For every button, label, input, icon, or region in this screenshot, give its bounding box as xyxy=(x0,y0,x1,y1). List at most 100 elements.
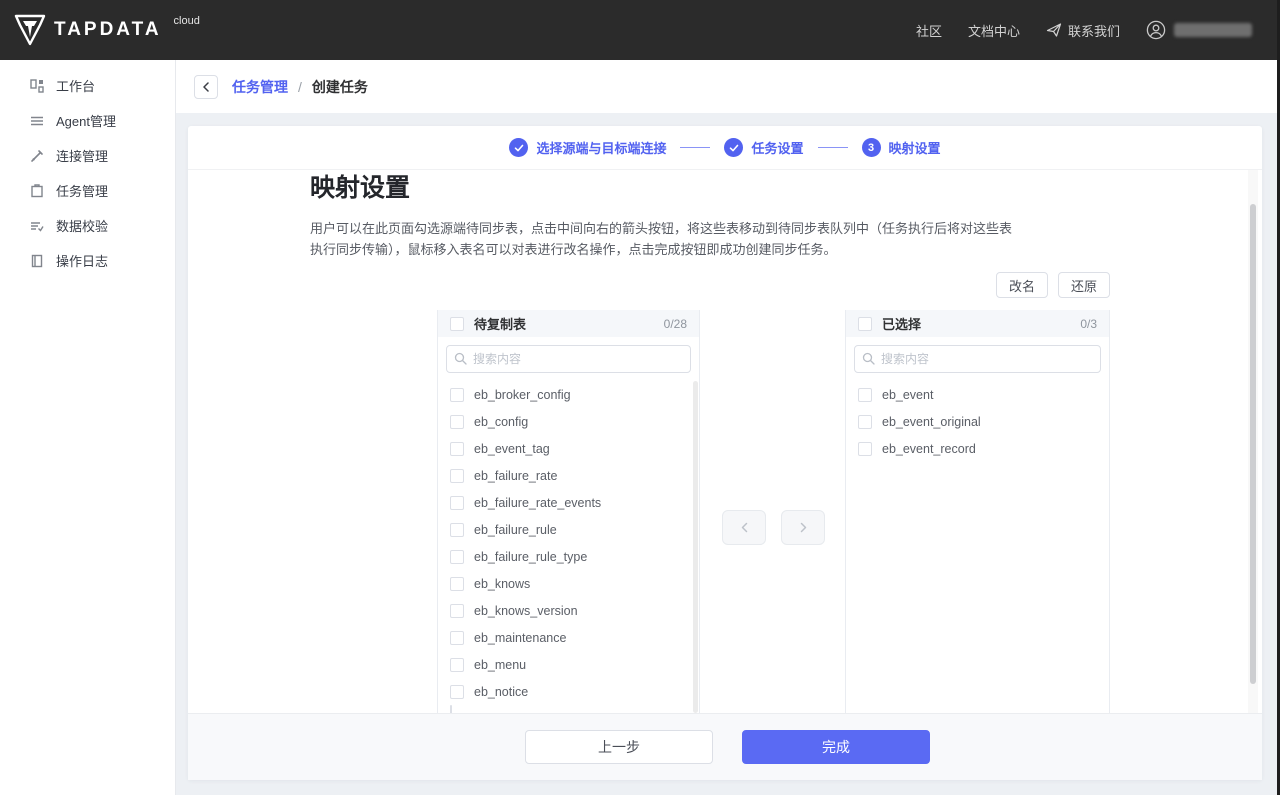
row-checkbox[interactable] xyxy=(450,523,464,537)
source-table-row[interactable]: eb_failure_rate xyxy=(438,462,699,489)
transfer-controls xyxy=(722,510,825,545)
source-table-row[interactable]: eb_maintenance xyxy=(438,624,699,651)
selected-table-row[interactable]: eb_event_original xyxy=(846,408,1109,435)
row-checkbox[interactable] xyxy=(450,469,464,483)
row-checkbox[interactable] xyxy=(450,604,464,618)
navbar-right: 社区 文档中心 联系我们 xyxy=(916,20,1252,40)
table-name: eb_broker_config xyxy=(474,388,571,402)
brand-suffix: cloud xyxy=(174,15,200,27)
source-panel-count: 0/28 xyxy=(664,317,687,331)
selected-search-input[interactable] xyxy=(854,345,1101,373)
sidebar-label: Agent管理 xyxy=(56,111,116,130)
source-table-row[interactable]: eb_broker_config xyxy=(438,381,699,408)
sidebar-item-connections[interactable]: 连接管理 xyxy=(0,138,175,173)
source-table-row[interactable]: eb_notice xyxy=(438,678,699,705)
row-checkbox[interactable] xyxy=(450,631,464,645)
selected-table-row[interactable]: eb_event xyxy=(846,381,1109,408)
list-icon xyxy=(30,114,44,128)
source-table-row[interactable]: eb_config xyxy=(438,408,699,435)
page-title: 映射设置 xyxy=(310,168,410,204)
step-connector xyxy=(818,147,848,148)
rename-button[interactable]: 改名 xyxy=(996,272,1048,298)
row-checkbox[interactable] xyxy=(858,442,872,456)
sidebar-item-workbench[interactable]: 工作台 xyxy=(0,68,175,103)
move-right-button[interactable] xyxy=(781,510,825,545)
source-table-row[interactable]: eb_menu xyxy=(438,651,699,678)
selected-table-row[interactable]: eb_event_record xyxy=(846,435,1109,462)
search-icon xyxy=(454,352,467,365)
restore-button[interactable]: 还原 xyxy=(1058,272,1110,298)
row-checkbox[interactable] xyxy=(450,388,464,402)
row-checkbox[interactable] xyxy=(450,658,464,672)
select-all-selected-checkbox[interactable] xyxy=(858,317,872,331)
source-table-row[interactable]: eb_failure_rule_type xyxy=(438,543,699,570)
source-search-input[interactable] xyxy=(446,345,691,373)
brand-name: TAPDATA xyxy=(54,11,162,49)
select-all-source-checkbox[interactable] xyxy=(450,317,464,331)
row-checkbox[interactable] xyxy=(450,496,464,510)
selected-table-list: eb_event eb_event_original eb_event_reco… xyxy=(846,381,1109,462)
source-table-row[interactable]: eb_failure_rule xyxy=(438,516,699,543)
selected-panel-count: 0/3 xyxy=(1080,317,1097,331)
row-checkbox[interactable] xyxy=(450,415,464,429)
table-name: eb_config xyxy=(474,415,528,429)
nav-community-link[interactable]: 社区 xyxy=(916,21,942,40)
paper-plane-icon xyxy=(1046,22,1062,38)
finish-button[interactable]: 完成 xyxy=(742,730,930,764)
nav-docs-link[interactable]: 文档中心 xyxy=(968,21,1020,40)
table-name: eb_failure_rule xyxy=(474,523,557,537)
source-list-scrollbar[interactable] xyxy=(693,381,698,713)
sidebar-item-logs[interactable]: 操作日志 xyxy=(0,243,175,278)
source-table-row[interactable]: eb_knows_version xyxy=(438,597,699,624)
source-table-row[interactable]: eb_knows xyxy=(438,570,699,597)
user-account[interactable] xyxy=(1146,20,1252,40)
sidebar-item-agent[interactable]: Agent管理 xyxy=(0,103,175,138)
table-name: eb_failure_rule_type xyxy=(474,550,587,564)
table-name: eb_menu xyxy=(474,658,526,672)
source-table-row-partial[interactable] xyxy=(450,706,452,713)
sidebar-item-data-validation[interactable]: 数据校验 xyxy=(0,208,175,243)
row-checkbox[interactable] xyxy=(450,442,464,456)
wizard-footer: 上一步 完成 xyxy=(188,713,1262,780)
step-2-task-settings[interactable]: 任务设置 xyxy=(724,138,803,157)
sidebar-label: 任务管理 xyxy=(56,181,108,200)
back-button[interactable] xyxy=(194,75,218,99)
table-name: eb_notice xyxy=(474,685,528,699)
sidebar-item-tasks[interactable]: 任务管理 xyxy=(0,173,175,208)
username-redacted xyxy=(1174,23,1252,37)
user-avatar-icon xyxy=(1146,20,1166,40)
table-name: eb_failure_rate_events xyxy=(474,496,601,510)
card-scrollbar-thumb[interactable] xyxy=(1250,204,1256,684)
dashboard-icon xyxy=(30,79,44,93)
breadcrumb-parent-link[interactable]: 任务管理 xyxy=(232,77,288,97)
source-table-row[interactable]: eb_failure_rate_events xyxy=(438,489,699,516)
chevron-left-icon xyxy=(201,82,211,92)
row-checkbox[interactable] xyxy=(450,705,452,713)
row-checkbox[interactable] xyxy=(450,577,464,591)
move-left-button[interactable] xyxy=(722,510,766,545)
source-table-row[interactable]: eb_event_tag xyxy=(438,435,699,462)
step-1-source-target[interactable]: 选择源端与目标端连接 xyxy=(509,138,666,157)
row-checkbox[interactable] xyxy=(858,415,872,429)
selected-panel-title: 已选择 xyxy=(882,314,1070,333)
brand-logo[interactable]: TAPDATA cloud xyxy=(14,11,200,49)
table-name: eb_failure_rate xyxy=(474,469,557,483)
nav-contact-label: 联系我们 xyxy=(1068,21,1120,40)
wizard-card: 选择源端与目标端连接 任务设置 3 映射设置 映射设置 用户可以在此页面勾选源端… xyxy=(188,126,1262,780)
step-3-mapping[interactable]: 3 映射设置 xyxy=(862,138,941,157)
step-1-check-icon xyxy=(509,138,528,157)
breadcrumb-separator: / xyxy=(298,79,302,95)
table-name: eb_event_record xyxy=(882,442,976,456)
step-3-label: 映射设置 xyxy=(889,138,941,157)
description-line-1: 用户可以在此页面勾选源端待同步表，点击中间向右的箭头按钮，将这些表移动到待同步表… xyxy=(310,221,1012,236)
row-checkbox[interactable] xyxy=(858,388,872,402)
row-checkbox[interactable] xyxy=(450,550,464,564)
data-check-icon xyxy=(30,219,44,233)
row-checkbox[interactable] xyxy=(450,685,464,699)
table-name: eb_maintenance xyxy=(474,631,566,645)
nav-contact-link[interactable]: 联系我们 xyxy=(1046,21,1120,40)
logbook-icon xyxy=(30,254,44,268)
sidebar-label: 连接管理 xyxy=(56,146,108,165)
previous-step-button[interactable]: 上一步 xyxy=(525,730,713,764)
step-3-number: 3 xyxy=(862,138,881,157)
